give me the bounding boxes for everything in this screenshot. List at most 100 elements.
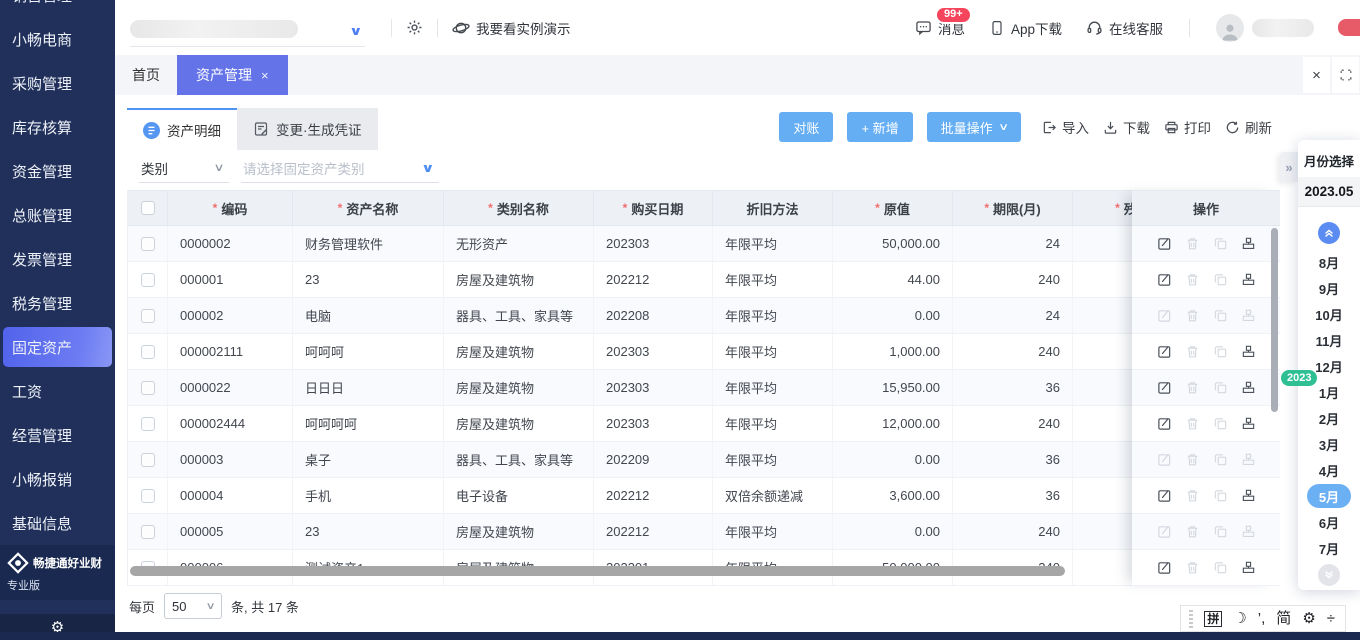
row-checkbox[interactable] <box>140 272 155 287</box>
table-row[interactable]: 000003 桌子 器具、工具、家具等 202209 年限平均 0.00 36 <box>128 442 1193 478</box>
month-item-8月[interactable]: 8月 <box>1307 249 1351 275</box>
table-row[interactable]: 0000022 日日日 房屋及建筑物 202303 年限平均 15,950.00 36 <box>128 370 1193 406</box>
edit-icon[interactable] <box>1157 416 1172 431</box>
edit-icon[interactable] <box>1157 272 1172 287</box>
batch-actions-button[interactable]: 批量操作 ∨ <box>926 112 1021 142</box>
scroll-months-up-button[interactable] <box>1318 222 1340 244</box>
delete-icon[interactable] <box>1185 380 1200 395</box>
ime-item-0[interactable]: 拼 <box>1204 610 1223 627</box>
sidebar-item-11[interactable]: 小畅报销 <box>0 457 115 501</box>
messages-button[interactable]: 消息 99+ <box>915 5 972 38</box>
month-item-9月[interactable]: 9月 <box>1307 275 1351 301</box>
delete-icon[interactable] <box>1185 416 1200 431</box>
settings-gear-button[interactable] <box>406 19 423 36</box>
card-print-icon[interactable] <box>1241 380 1256 395</box>
table-row[interactable]: 000002444 呵呵呵呵 房屋及建筑物 202303 年限平均 12,000.00 24… <box>128 406 1193 442</box>
copy-icon[interactable] <box>1213 452 1228 467</box>
sidebar-item-12[interactable]: 基础信息 <box>0 501 115 545</box>
month-item-5月[interactable]: 5月 <box>1307 484 1351 508</box>
sidebar-item-2[interactable]: 采购管理 <box>0 61 115 105</box>
fullscreen-button[interactable] <box>1332 57 1359 93</box>
table-row[interactable]: 0000002 财务管理软件 无形资产 202303 年限平均 50,000.00 24 <box>128 226 1193 262</box>
collapse-month-panel-button[interactable]: » <box>1280 152 1298 182</box>
month-item-6月[interactable]: 6月 <box>1307 509 1351 535</box>
month-item-11月[interactable]: 11月 <box>1307 327 1351 353</box>
refresh-button[interactable]: 刷新 <box>1225 117 1272 137</box>
delete-icon[interactable] <box>1185 488 1200 503</box>
card-print-icon[interactable] <box>1241 524 1256 539</box>
ime-item-1[interactable]: ☽ <box>1233 611 1246 626</box>
download-button[interactable]: 下载 <box>1103 117 1150 137</box>
row-checkbox[interactable] <box>140 236 155 251</box>
month-item-4月[interactable]: 4月 <box>1307 457 1351 483</box>
edit-icon[interactable] <box>1157 524 1172 539</box>
delete-icon[interactable] <box>1185 236 1200 251</box>
horizontal-scrollbar[interactable] <box>130 566 1065 576</box>
print-button[interactable]: 打印 <box>1164 117 1211 137</box>
month-item-7月[interactable]: 7月 <box>1307 535 1351 561</box>
sidebar-item-5[interactable]: 总账管理 <box>0 193 115 237</box>
add-button[interactable]: + 新增 <box>847 112 913 142</box>
copy-icon[interactable] <box>1213 236 1228 251</box>
row-checkbox[interactable] <box>140 344 155 359</box>
card-print-icon[interactable] <box>1241 488 1256 503</box>
ime-drag-handle[interactable] <box>1189 609 1194 628</box>
card-print-icon[interactable] <box>1241 560 1256 575</box>
sidebar-item-4[interactable]: 资金管理 <box>0 149 115 193</box>
card-print-icon[interactable] <box>1241 308 1256 323</box>
edit-icon[interactable] <box>1157 380 1172 395</box>
delete-icon[interactable] <box>1185 560 1200 575</box>
copy-icon[interactable] <box>1213 560 1228 575</box>
copy-icon[interactable] <box>1213 524 1228 539</box>
copy-icon[interactable] <box>1213 272 1228 287</box>
select-all-checkbox[interactable] <box>140 201 155 215</box>
row-checkbox[interactable] <box>140 308 155 323</box>
ime-item-5[interactable]: ÷ <box>1327 611 1335 626</box>
row-checkbox[interactable] <box>140 416 155 431</box>
card-print-icon[interactable] <box>1241 452 1256 467</box>
month-item-3月[interactable]: 3月 <box>1307 431 1351 457</box>
card-print-icon[interactable] <box>1241 344 1256 359</box>
sidebar-item-3[interactable]: 库存核算 <box>0 105 115 149</box>
row-checkbox[interactable] <box>140 524 155 539</box>
subtab-asset-detail[interactable]: 资产明细 <box>127 108 237 150</box>
month-item-2月[interactable]: 2月 <box>1307 405 1351 431</box>
app-download-button[interactable]: App下载 <box>989 18 1062 38</box>
row-checkbox[interactable] <box>140 488 155 503</box>
tab-asset-management[interactable]: 资产管理 × <box>177 55 288 95</box>
table-row[interactable]: 000002111 呵呵呵 房屋及建筑物 202303 年限平均 1,000.00 240 <box>128 334 1193 370</box>
demo-link[interactable]: 我要看实例演示 <box>452 18 571 38</box>
subtab-change-voucher[interactable]: 变更·生成凭证 <box>237 108 378 150</box>
user-account[interactable] <box>1216 13 1314 42</box>
sidebar-item-6[interactable]: 发票管理 <box>0 237 115 281</box>
category-value-select[interactable]: 请选择固定资产类别 ∨ <box>241 153 439 183</box>
sidebar-item-8[interactable]: 固定资产 <box>3 327 112 367</box>
row-checkbox[interactable] <box>140 380 155 395</box>
card-print-icon[interactable] <box>1241 416 1256 431</box>
scroll-months-down-button[interactable] <box>1318 564 1340 586</box>
category-field-select[interactable]: 类别 ∨ <box>139 153 229 183</box>
edit-icon[interactable] <box>1157 344 1172 359</box>
edit-icon[interactable] <box>1157 236 1172 251</box>
copy-icon[interactable] <box>1213 380 1228 395</box>
company-select[interactable]: ∨ <box>130 9 365 47</box>
card-print-icon[interactable] <box>1241 236 1256 251</box>
tab-home[interactable]: 首页 <box>115 55 177 95</box>
edit-icon[interactable] <box>1157 488 1172 503</box>
delete-icon[interactable] <box>1185 308 1200 323</box>
sidebar-item-9[interactable]: 工资 <box>0 369 115 413</box>
delete-icon[interactable] <box>1185 272 1200 287</box>
card-print-icon[interactable] <box>1241 272 1256 287</box>
sidebar-item-1[interactable]: 小畅电商 <box>0 17 115 61</box>
ime-item-3[interactable]: 简 <box>1276 611 1291 626</box>
close-tab-icon[interactable]: × <box>261 68 269 83</box>
edit-icon[interactable] <box>1157 308 1172 323</box>
table-row[interactable]: 000002 电脑 器具、工具、家具等 202208 年限平均 0.00 24 <box>128 298 1193 334</box>
close-all-button[interactable]: × <box>1303 57 1330 93</box>
ime-item-4[interactable]: ⚙ <box>1302 611 1315 626</box>
ime-item-2[interactable]: ’, <box>1258 611 1266 626</box>
table-row[interactable]: 000004 手机 电子设备 202212 双倍余额递减 3,600.00 36 <box>128 478 1193 514</box>
online-service-button[interactable]: 在线客服 <box>1086 18 1163 38</box>
delete-icon[interactable] <box>1185 452 1200 467</box>
table-row[interactable]: 000005 23 房屋及建筑物 202212 年限平均 0.00 240 <box>128 514 1193 550</box>
